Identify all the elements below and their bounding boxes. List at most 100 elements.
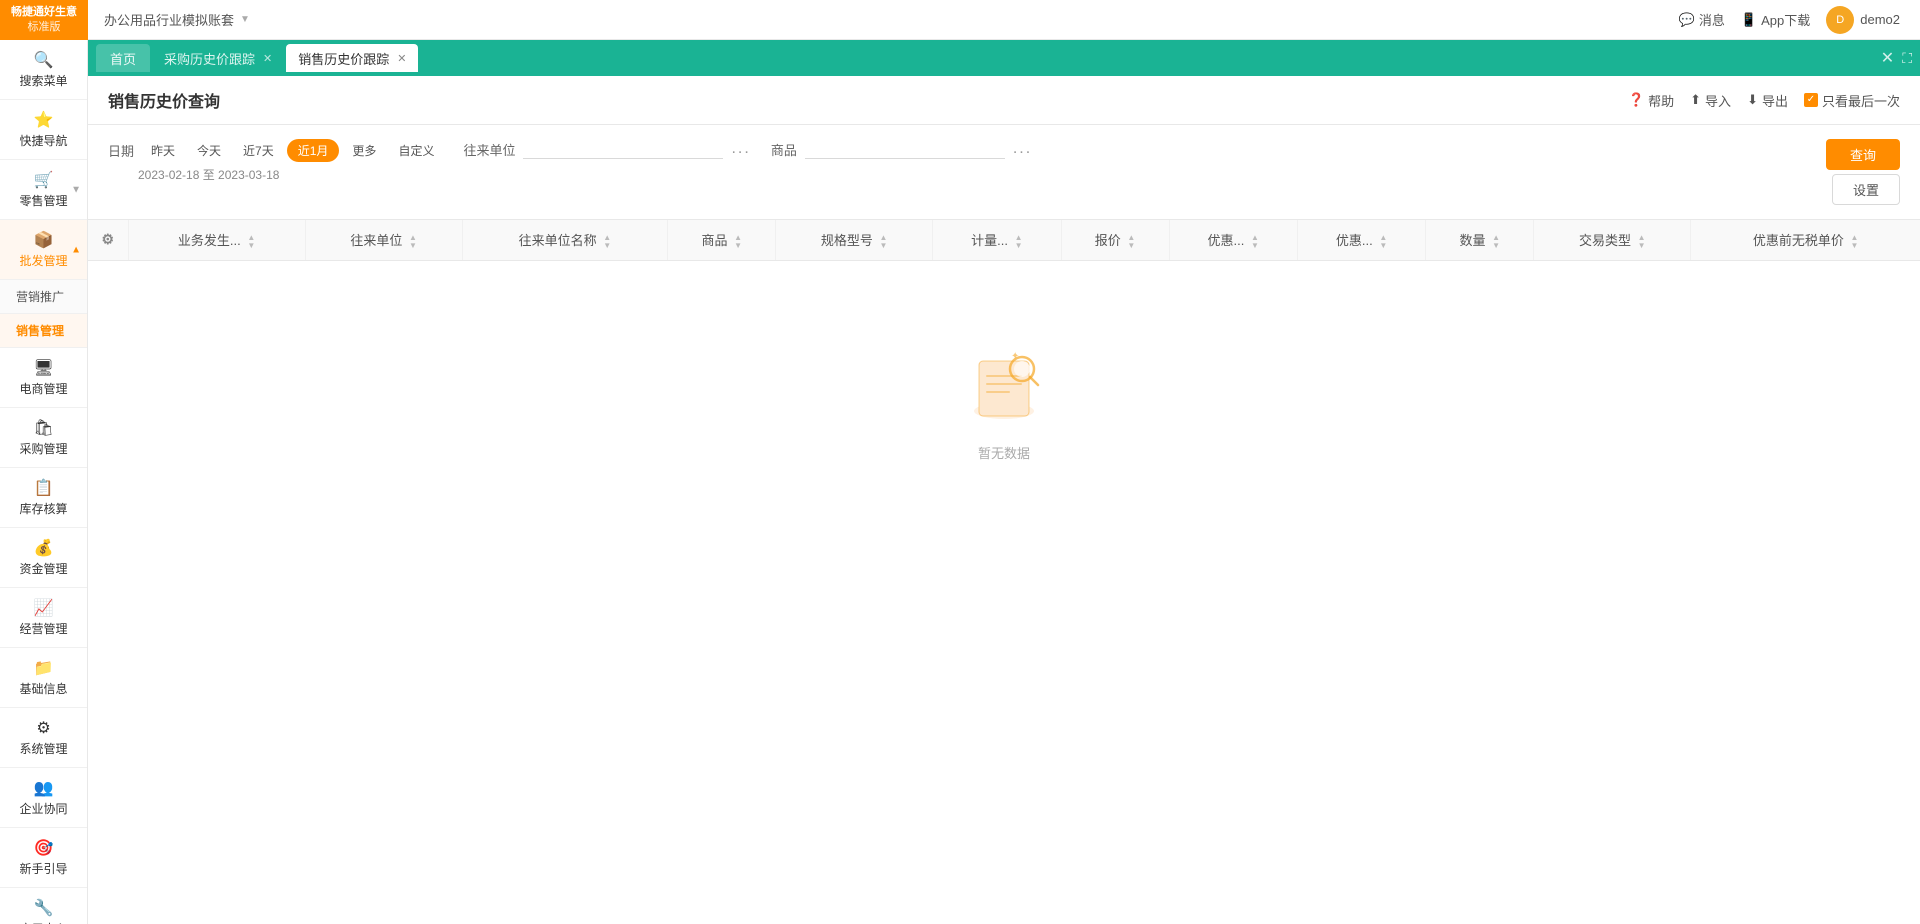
- date-btn-more[interactable]: 更多: [343, 139, 385, 162]
- tab-sales-history[interactable]: 销售历史价跟踪 ✕: [286, 44, 418, 72]
- system-icon: ⚙: [36, 718, 50, 738]
- sidebar-item-basic-info[interactable]: 📁 基础信息: [0, 648, 87, 708]
- tab-home-label: 首页: [110, 49, 136, 68]
- sidebar-item-finance[interactable]: 💰 资金管理: [0, 528, 87, 588]
- settings-btn[interactable]: 设置: [1832, 174, 1900, 205]
- page-content: 销售历史价查询 ❓ 帮助 ⬆ 导入 ⬇ 导出: [88, 76, 1920, 924]
- date-btn-custom[interactable]: 自定义: [389, 139, 443, 162]
- date-btn-1month[interactable]: 近1月: [287, 139, 340, 162]
- col-transaction-type[interactable]: 交易类型 ▲▼: [1534, 220, 1691, 260]
- source-unit-label: 往来单位: [463, 140, 515, 159]
- sort-icon-pre-price: ▲▼: [1850, 234, 1858, 250]
- col-spec[interactable]: 规格型号 ▲▼: [776, 220, 933, 260]
- col-unit[interactable]: 往来单位 ▲▼: [305, 220, 462, 260]
- retail-icon: 🛒: [34, 170, 54, 190]
- sidebar-item-guide[interactable]: 🎯 新手引导: [0, 828, 87, 888]
- tab-purchase-history[interactable]: 采购历史价跟踪 ✕: [152, 44, 284, 72]
- app-label: App下载: [1761, 10, 1810, 29]
- basic-info-icon: 📁: [34, 658, 54, 678]
- tab-close-all-icon[interactable]: ✕: [1881, 48, 1894, 68]
- empty-state-icon: ✦: [954, 341, 1054, 431]
- wholesale-expand-icon: ▲: [71, 244, 81, 255]
- import-btn[interactable]: ⬆ 导入: [1690, 91, 1731, 110]
- sidebar-item-purchase[interactable]: 🛍 采购管理: [0, 408, 87, 468]
- only-last-label: 只看最后一次: [1822, 91, 1900, 110]
- app-download-btn[interactable]: 📱 App下载: [1741, 10, 1810, 29]
- product-dots[interactable]: ...: [1013, 140, 1032, 158]
- col-quantity[interactable]: 数量 ▲▼: [1426, 220, 1534, 260]
- sidebar-item-retail[interactable]: 🛒 零售管理 ▼: [0, 160, 87, 220]
- col-product[interactable]: 商品 ▲▼: [668, 220, 776, 260]
- col-unit-measure[interactable]: 计量... ▲▼: [933, 220, 1061, 260]
- quick-nav-icon: ⭐: [34, 110, 54, 130]
- filter-section: 日期 昨天 今天 近7天 近1月 更多 自定义 2023-02-18: [88, 125, 1920, 220]
- sidebar-item-app-center[interactable]: 🔧 应用中心: [0, 888, 87, 924]
- tab-home[interactable]: 首页: [96, 44, 150, 72]
- import-icon: ⬆: [1690, 92, 1701, 108]
- date-btn-today[interactable]: 今天: [188, 139, 230, 162]
- source-unit-input[interactable]: [523, 139, 723, 159]
- sort-icon-discount1: ▲▼: [1251, 234, 1259, 250]
- sort-icon-product: ▲▼: [734, 234, 742, 250]
- help-label: 帮助: [1648, 91, 1674, 110]
- sort-icon-unit: ▲▼: [409, 234, 417, 250]
- account-dropdown[interactable]: 办公用品行业模拟账套 ▼: [88, 10, 266, 29]
- tab-maximize-icon[interactable]: ⛶: [1902, 50, 1912, 67]
- import-label: 导入: [1705, 91, 1731, 110]
- col-discount2[interactable]: 优惠... ▲▼: [1297, 220, 1425, 260]
- product-input[interactable]: [805, 139, 1005, 159]
- logo-line1: 畅捷通好生意: [11, 5, 77, 19]
- col-price[interactable]: 报价 ▲▼: [1061, 220, 1169, 260]
- dropdown-chevron-icon: ▼: [240, 14, 250, 25]
- sort-icon-quantity: ▲▼: [1492, 234, 1500, 250]
- sidebar-item-system[interactable]: ⚙ 系统管理: [0, 708, 87, 768]
- source-unit-dots[interactable]: ...: [731, 140, 750, 158]
- sidebar-item-cooperation[interactable]: 👥 企业协同: [0, 768, 87, 828]
- only-last-checkbox[interactable]: ✓: [1804, 93, 1818, 107]
- svg-text:✦: ✦: [1011, 351, 1019, 362]
- empty-state: ✦ 暂无数据: [88, 261, 1920, 542]
- tab-purchase-close-icon[interactable]: ✕: [263, 52, 272, 65]
- sort-icon-measure: ▲▼: [1015, 234, 1023, 250]
- col-pre-discount-price[interactable]: 优惠前无税单价 ▲▼: [1691, 220, 1920, 260]
- logo: 畅捷通好生意 标准版: [0, 0, 88, 40]
- col-discount1[interactable]: 优惠... ▲▼: [1169, 220, 1297, 260]
- sidebar-sub-item-marketing[interactable]: 营销推广: [0, 280, 87, 314]
- sidebar-item-wholesale[interactable]: 📦 批发管理 ▲: [0, 220, 87, 280]
- help-btn[interactable]: ❓ 帮助: [1628, 91, 1674, 110]
- operations-icon: 📈: [34, 598, 54, 618]
- export-btn[interactable]: ⬇ 导出: [1747, 91, 1788, 110]
- date-btn-7days[interactable]: 近7天: [234, 139, 283, 162]
- checkbox-check-icon: ✓: [1807, 95, 1815, 105]
- table-settings-col: ⚙: [88, 220, 128, 260]
- user-avatar[interactable]: D demo2: [1826, 6, 1900, 34]
- date-options-group: 昨天 今天 近7天 近1月 更多 自定义: [142, 139, 443, 162]
- col-unit-name[interactable]: 往来单位名称 ▲▼: [462, 220, 668, 260]
- col-date[interactable]: 业务发生... ▲▼: [128, 220, 305, 260]
- sidebar-item-operations[interactable]: 📈 经营管理: [0, 588, 87, 648]
- sort-icon-price: ▲▼: [1127, 234, 1135, 250]
- sidebar-item-search[interactable]: 🔍 搜索菜单: [0, 40, 87, 100]
- sort-icon-date: ▲▼: [247, 234, 255, 250]
- message-icon: 💬: [1679, 12, 1695, 28]
- tab-purchase-label: 采购历史价跟踪: [164, 49, 255, 68]
- sidebar-item-inventory[interactable]: 📋 库存核算: [0, 468, 87, 528]
- sort-icon-spec: ▲▼: [880, 234, 888, 250]
- sidebar-item-quick-nav[interactable]: ⭐ 快捷导航: [0, 100, 87, 160]
- cooperation-icon: 👥: [34, 778, 54, 798]
- search-icon: 🔍: [34, 50, 54, 70]
- sidebar-sub-item-sales[interactable]: 销售管理: [0, 314, 87, 348]
- date-btn-yesterday[interactable]: 昨天: [142, 139, 184, 162]
- only-last-checkbox-label[interactable]: ✓ 只看最后一次: [1804, 91, 1900, 110]
- product-label: 商品: [771, 140, 797, 159]
- table-settings-icon[interactable]: ⚙: [101, 231, 114, 247]
- page-title: 销售历史价查询: [108, 88, 220, 112]
- export-icon: ⬇: [1747, 92, 1758, 108]
- avatar-circle: D: [1826, 6, 1854, 34]
- sidebar-item-ecommerce[interactable]: 🖥 电商管理: [0, 348, 87, 408]
- query-btn[interactable]: 查询: [1826, 139, 1900, 170]
- finance-icon: 💰: [34, 538, 54, 558]
- tab-sales-close-icon[interactable]: ✕: [397, 52, 406, 65]
- date-range-display: 2023-02-18 至 2023-03-18: [138, 168, 279, 182]
- message-btn[interactable]: 💬 消息: [1679, 10, 1725, 29]
